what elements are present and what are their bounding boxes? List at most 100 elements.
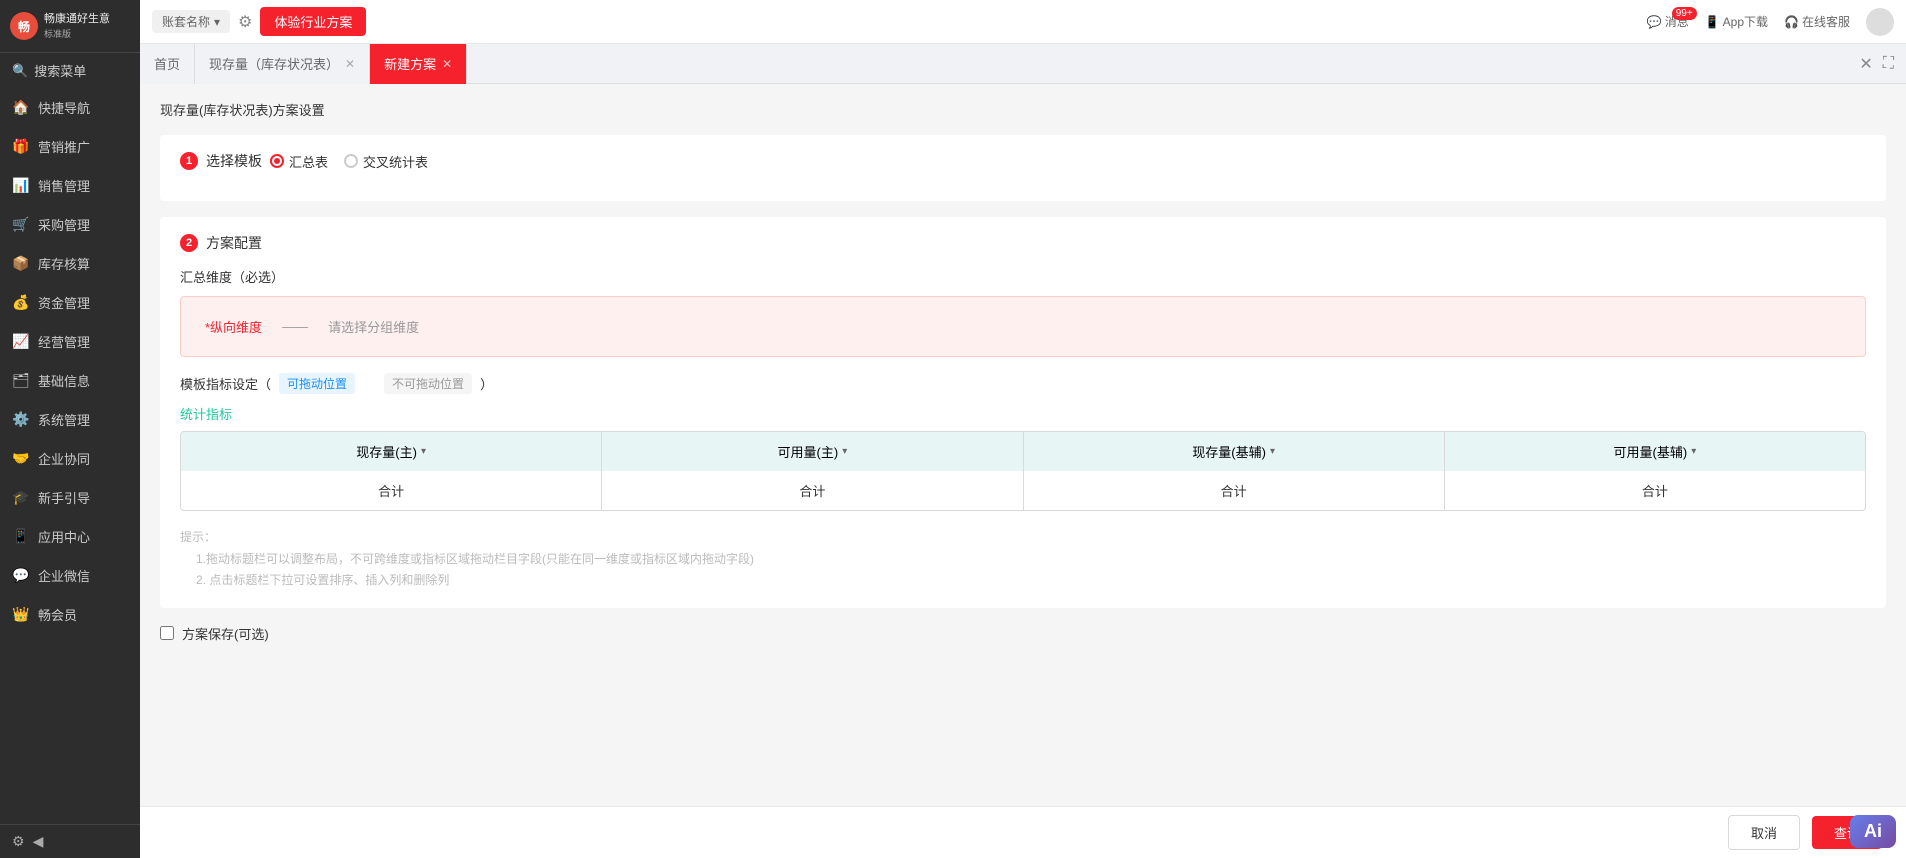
finance-icon: 💰: [12, 294, 30, 312]
sidebar-item-wechat[interactable]: 💬 企业微信: [0, 556, 140, 595]
col-present-aux-chevron[interactable]: ▾: [1270, 446, 1275, 457]
ai-badge[interactable]: Ai: [1850, 815, 1896, 848]
marketing-icon: 🎁: [12, 138, 30, 156]
col-present-aux[interactable]: 现存量(基辅) ▾: [1024, 432, 1445, 471]
sidebar-item-purchase[interactable]: 🛒 采购管理: [0, 205, 140, 244]
sidebar-item-vip[interactable]: 👑 畅会员: [0, 595, 140, 634]
sidebar-item-basic[interactable]: 🗂 基础信息: [0, 361, 140, 400]
col-present-main-chevron[interactable]: ▾: [421, 446, 426, 457]
cancel-button[interactable]: 取消: [1728, 815, 1800, 850]
sidebar-logo: 畅 畅康通好生意 标准版: [0, 0, 140, 53]
tab-expand-icon[interactable]: ⛶: [1879, 51, 1898, 77]
step1-title: 选择模板: [206, 151, 262, 171]
cell-present-aux: 合计: [1024, 471, 1445, 510]
required-field-label: *纵向维度: [205, 317, 262, 336]
tips-title: 提示：: [180, 530, 216, 544]
message-badge: 99+: [1672, 7, 1697, 20]
tab-inventory-status[interactable]: 现存量（库存状况表） ✕: [195, 44, 370, 84]
sidebar-item-sales[interactable]: 📊 销售管理: [0, 166, 140, 205]
required-dim-box: *纵向维度 —— 请选择分组维度: [180, 296, 1866, 357]
draggable-badge: 可拖动位置: [279, 373, 355, 394]
search-icon: 🔍: [12, 63, 28, 79]
collapse-icon[interactable]: ◀: [33, 833, 44, 850]
app-edition: 标准版: [44, 27, 110, 40]
col-present-main[interactable]: 现存量(主) ▾: [181, 432, 602, 471]
indicator-label-text: 模板指标设定（: [180, 374, 271, 393]
purchase-icon: 🛒: [12, 216, 30, 234]
sidebar-item-coop[interactable]: 🤝 企业协同: [0, 439, 140, 478]
tip-item-1: 1.拖动标题栏可以调整布局，不可跨维度或指标区域拖动栏目字段(只能在同一维度或指…: [180, 549, 1866, 571]
sidebar-item-operation[interactable]: 📈 经营管理: [0, 322, 140, 361]
sidebar-item-label: 采购管理: [38, 215, 90, 234]
radio-summary-label: 汇总表: [289, 152, 328, 171]
tab-inventory-close[interactable]: ✕: [345, 57, 355, 71]
tab-new-plan[interactable]: 新建方案 ✕: [370, 44, 467, 84]
tip-item-2: 2. 点击标题栏下拉可设置排序、插入列和删除列: [180, 570, 1866, 592]
online-service-button[interactable]: 🎧 在线客服: [1784, 13, 1850, 30]
summary-dim-label: 汇总维度（必选）: [180, 267, 1866, 286]
tab-inventory-label: 现存量（库存状况表）: [209, 54, 339, 73]
col-available-main-chevron[interactable]: ▾: [842, 446, 847, 457]
radio-cross-circle: [344, 154, 358, 168]
tab-home-label: 首页: [154, 54, 180, 73]
sidebar-item-marketing[interactable]: 🎁 营销推广: [0, 127, 140, 166]
sidebar-item-appstore[interactable]: 📱 应用中心: [0, 517, 140, 556]
tab-new-plan-close[interactable]: ✕: [442, 57, 452, 71]
radio-summary-circle: [270, 154, 284, 168]
col-available-aux[interactable]: 可用量(基辅) ▾: [1445, 432, 1865, 471]
col-available-aux-chevron[interactable]: ▾: [1691, 446, 1696, 457]
tab-close-all-icon[interactable]: ✕: [1855, 50, 1876, 78]
app-logo-icon: 畅: [10, 12, 38, 40]
message-icon: 💬: [1647, 15, 1662, 29]
tabs-controls: ✕ ⛶: [1855, 50, 1906, 78]
sidebar-item-label: 系统管理: [38, 410, 90, 429]
save-section: 方案保存(可选): [160, 624, 1886, 643]
step2-header: 2 方案配置: [180, 233, 1866, 253]
account-selector[interactable]: 账套名称 ▾: [152, 10, 230, 33]
wechat-icon: 💬: [12, 567, 30, 585]
topbar-left: 账套名称 ▾ ⚙ 体验行业方案: [152, 7, 1639, 36]
app-download-button[interactable]: 📱 App下载: [1705, 13, 1768, 30]
page-title: 现存量(库存状况表)方案设置: [160, 100, 1886, 119]
tab-new-plan-label: 新建方案: [384, 54, 436, 73]
sidebar-item-newbie[interactable]: 🎓 新手引导: [0, 478, 140, 517]
save-checkbox[interactable]: [160, 626, 174, 640]
operation-icon: 📈: [12, 333, 30, 351]
sidebar-item-label: 新手引导: [38, 488, 90, 507]
cell-available-main: 合计: [602, 471, 1023, 510]
message-button[interactable]: 💬 消息 99+: [1647, 13, 1689, 30]
col-present-aux-label: 现存量(基辅): [1192, 442, 1266, 461]
gear-icon[interactable]: ⚙: [238, 12, 252, 32]
user-avatar[interactable]: [1866, 8, 1894, 36]
col-present-main-label: 现存量(主): [356, 442, 417, 461]
stats-table: 现存量(主) ▾ 可用量(主) ▾ 现存量(基辅) ▾ 可用量(基辅): [180, 431, 1866, 511]
sidebar-item-label: 应用中心: [38, 527, 90, 546]
trial-industry-button[interactable]: 体验行业方案: [260, 7, 366, 36]
settings-icon[interactable]: ⚙: [12, 833, 25, 850]
radio-cross[interactable]: 交叉统计表: [344, 152, 428, 171]
topbar: 账套名称 ▾ ⚙ 体验行业方案 💬 消息 99+ 📱 App下载 🎧 在线客服: [140, 0, 1906, 44]
radio-summary[interactable]: 汇总表: [270, 152, 328, 171]
sidebar-item-label: 库存核算: [38, 254, 90, 273]
tab-home[interactable]: 首页: [140, 44, 195, 84]
sidebar-item-finance[interactable]: 💰 资金管理: [0, 283, 140, 322]
step1-header: 1 选择模板 汇总表 交叉统计表: [180, 151, 1866, 171]
col-available-main[interactable]: 可用量(主) ▾: [602, 432, 1023, 471]
sidebar-item-system[interactable]: ⚙️ 系统管理: [0, 400, 140, 439]
app-name: 畅康通好生意: [44, 12, 110, 26]
sidebar-search[interactable]: 🔍 搜索菜单: [0, 53, 140, 88]
app-name-block: 畅康通好生意 标准版: [44, 12, 110, 39]
sidebar-item-label: 销售管理: [38, 176, 90, 195]
app-download-label: App下载: [1723, 13, 1768, 30]
sidebar-nav: 🏠 快捷导航 🎁 营销推广 📊 销售管理 🛒 采购管理 📦 库存核算 💰 资金管…: [0, 88, 140, 824]
sidebar-item-shortcut[interactable]: 🏠 快捷导航: [0, 88, 140, 127]
dim-placeholder[interactable]: 请选择分组维度: [328, 317, 419, 336]
sidebar-item-inventory[interactable]: 📦 库存核算: [0, 244, 140, 283]
template-radio-group: 汇总表 交叉统计表: [270, 152, 428, 171]
sidebar-item-label: 畅会员: [38, 605, 77, 624]
basic-icon: 🗂: [12, 372, 30, 390]
stats-table-body: 合计 合计 合计 合计: [181, 471, 1865, 510]
tabs-bar: 首页 现存量（库存状况表） ✕ 新建方案 ✕ ✕ ⛶: [140, 44, 1906, 84]
system-icon: ⚙️: [12, 411, 30, 429]
vip-icon: 👑: [12, 606, 30, 624]
